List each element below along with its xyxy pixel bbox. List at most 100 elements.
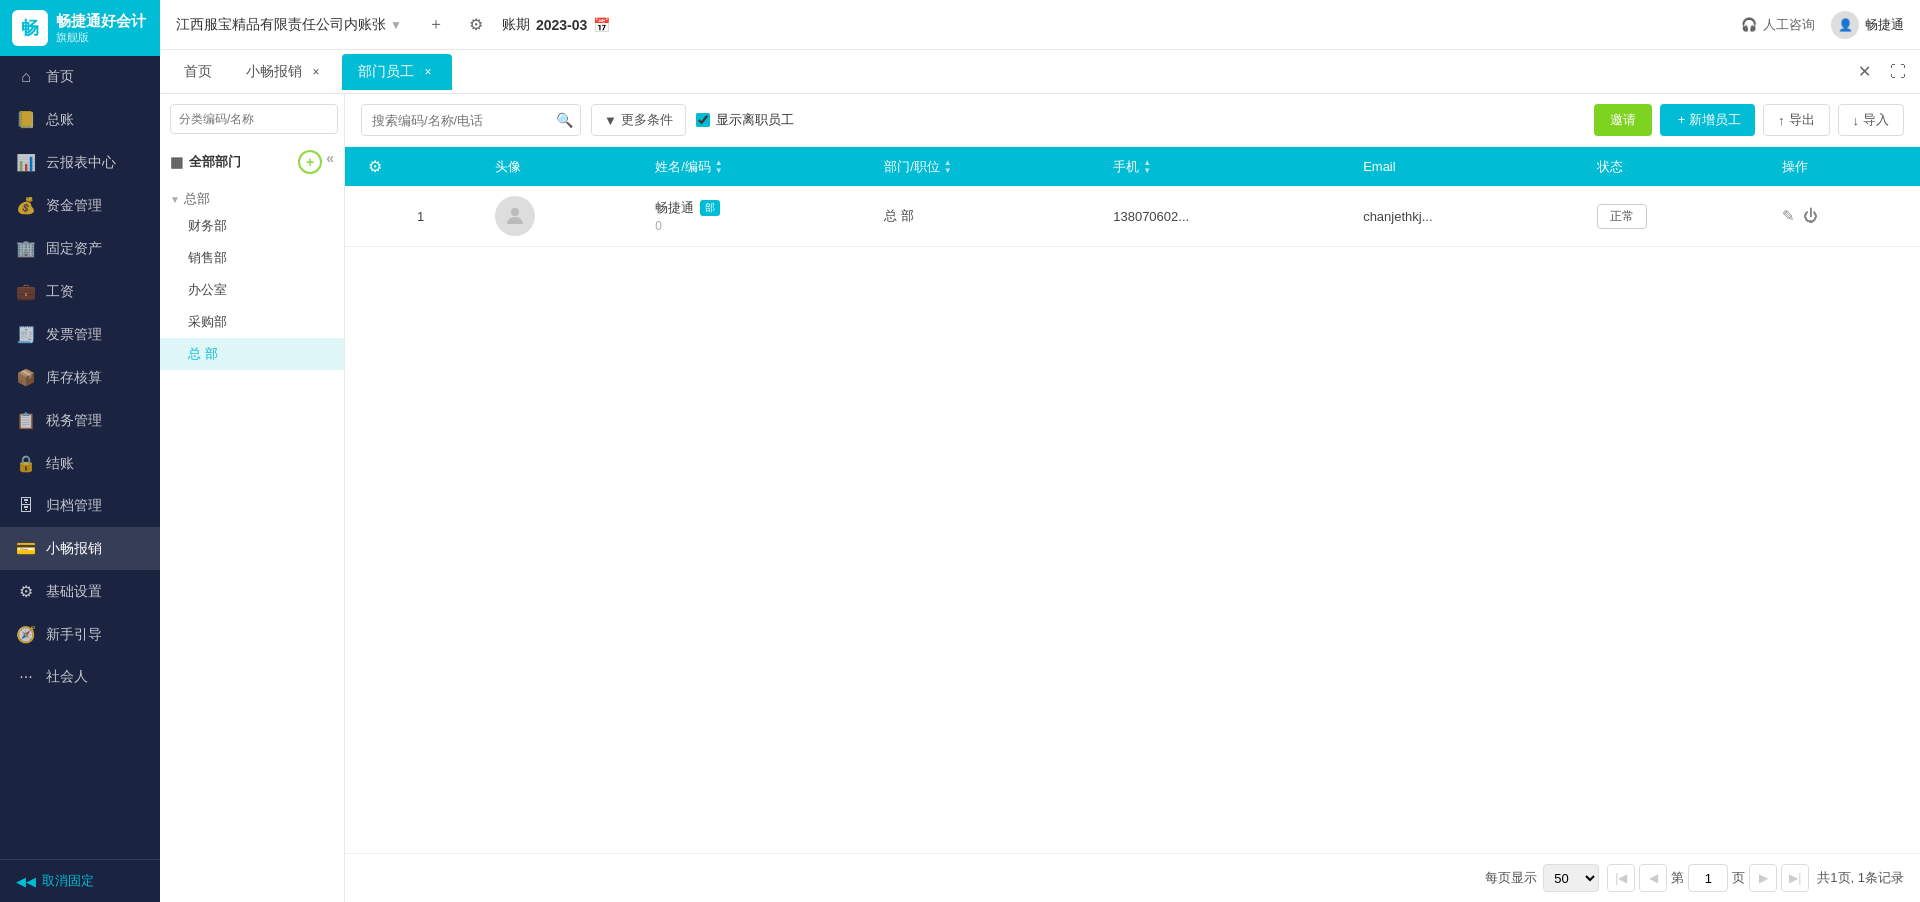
sidebar-logo[interactable]: 畅 畅捷通好会计 旗舰版 bbox=[0, 0, 160, 56]
tab-home-label: 首页 bbox=[184, 63, 212, 81]
export-label: 导出 bbox=[1789, 111, 1815, 129]
staff-code: 0 bbox=[655, 219, 860, 233]
export-btn[interactable]: ↑ 导出 bbox=[1763, 104, 1830, 136]
tab-expense-close[interactable]: × bbox=[308, 64, 324, 80]
import-btn[interactable]: ↓ 导入 bbox=[1838, 104, 1905, 136]
dept-group-name: 总部 bbox=[184, 190, 210, 208]
consult-btn[interactable]: 🎧 人工咨询 bbox=[1741, 16, 1815, 34]
col-mobile[interactable]: 手机 ▲▼ bbox=[1101, 147, 1351, 186]
user-menu[interactable]: 👤 畅捷通 bbox=[1831, 11, 1904, 39]
staff-search-input[interactable] bbox=[361, 104, 581, 136]
reports-icon: 📊 bbox=[16, 153, 36, 172]
sidebar-item-guide[interactable]: 🧭 新手引导 bbox=[0, 613, 160, 656]
dept-header-left: ▦ 全部部门 bbox=[170, 153, 241, 171]
staff-table-wrap: ⚙ 头像 姓名/编码 ▲▼ bbox=[345, 147, 1920, 853]
page-size-select[interactable]: 50 100 200 bbox=[1543, 864, 1599, 892]
row-settings-cell bbox=[345, 186, 405, 247]
sidebar-item-payroll-label: 工资 bbox=[46, 283, 74, 301]
sidebar-item-reports[interactable]: 📊 云报表中心 bbox=[0, 141, 160, 184]
ledger-icon: 📒 bbox=[16, 110, 36, 129]
first-page-btn[interactable]: |◀ bbox=[1607, 864, 1635, 892]
company-name: 江西服宝精品有限责任公司内账张 bbox=[176, 16, 386, 34]
show-resigned-text: 显示离职员工 bbox=[716, 111, 794, 129]
tab-dept-staff-close[interactable]: × bbox=[420, 64, 436, 80]
name-cell: 畅捷通 部 0 bbox=[655, 199, 860, 233]
col-dept-sort[interactable]: ▲▼ bbox=[944, 159, 952, 175]
sidebar-item-ledger[interactable]: 📒 总账 bbox=[0, 98, 160, 141]
dept-node-finance[interactable]: 财务部 bbox=[160, 210, 344, 242]
dept-node-general[interactable]: 总 部 bbox=[160, 338, 344, 370]
sidebar-item-archive[interactable]: 🗄 归档管理 bbox=[0, 485, 160, 527]
edit-icon[interactable]: ✎ bbox=[1782, 207, 1795, 225]
unpin-label: 取消固定 bbox=[42, 872, 94, 890]
tab-home[interactable]: 首页 bbox=[168, 54, 228, 90]
period-selector[interactable]: 账期 2023-03 📅 bbox=[502, 16, 610, 34]
staff-search-icon[interactable]: 🔍 bbox=[556, 112, 573, 128]
col-settings[interactable]: ⚙ bbox=[345, 147, 405, 186]
dept-header-actions: + « bbox=[298, 150, 334, 174]
topbar: 江西服宝精品有限责任公司内账张 ▼ ＋ ⚙ 账期 2023-03 📅 🎧 人工咨… bbox=[160, 0, 1920, 50]
sidebar-unpin[interactable]: ◀◀ 取消固定 bbox=[0, 859, 160, 902]
sidebar-item-inventory[interactable]: 📦 库存核算 bbox=[0, 356, 160, 399]
dept-node-procurement[interactable]: 采购部 bbox=[160, 306, 344, 338]
sidebar-item-closing[interactable]: 🔒 结账 bbox=[0, 442, 160, 485]
filter-btn[interactable]: ▼ 更多条件 bbox=[591, 104, 686, 136]
sidebar: 畅 畅捷通好会计 旗舰版 ⌂ 首页 📒 总账 📊 云报表中心 💰 资金管理 🏢 … bbox=[0, 0, 160, 902]
sidebar-item-expense[interactable]: 💳 小畅报销 bbox=[0, 527, 160, 570]
col-name-sort[interactable]: ▲▼ bbox=[715, 159, 723, 175]
dept-node-sales[interactable]: 销售部 bbox=[160, 242, 344, 274]
add-company-btn[interactable]: ＋ bbox=[422, 11, 450, 39]
dept-collapse-btn[interactable]: « bbox=[326, 150, 334, 174]
col-avatar: 头像 bbox=[483, 147, 643, 186]
table-footer: 每页显示 50 100 200 |◀ ◀ 第 页 ▶ ▶| 共1页, 1 bbox=[345, 853, 1920, 902]
logo-text-wrap: 畅捷通好会计 旗舰版 bbox=[56, 12, 146, 45]
show-resigned-checkbox[interactable] bbox=[696, 113, 710, 127]
col-name[interactable]: 姓名/编码 ▲▼ bbox=[643, 147, 872, 186]
sidebar-item-settings[interactable]: ⚙ 基础设置 bbox=[0, 570, 160, 613]
dept-node-office[interactable]: 办公室 bbox=[160, 274, 344, 306]
dept-group-label: ▼ 总部 bbox=[160, 186, 344, 210]
show-resigned-label[interactable]: 显示离职员工 bbox=[696, 111, 794, 129]
sidebar-item-tax-label: 税务管理 bbox=[46, 412, 102, 430]
logout-icon[interactable]: ⏻ bbox=[1803, 207, 1818, 225]
company-selector[interactable]: 江西服宝精品有限责任公司内账张 ▼ bbox=[176, 16, 402, 34]
settings-btn[interactable]: ⚙ bbox=[462, 11, 490, 39]
col-mobile-sort[interactable]: ▲▼ bbox=[1143, 159, 1151, 175]
unpin-icon: ◀◀ bbox=[16, 874, 36, 889]
prev-page-btn[interactable]: ◀ bbox=[1639, 864, 1667, 892]
funds-icon: 💰 bbox=[16, 196, 36, 215]
user-name: 畅捷通 bbox=[1865, 16, 1904, 34]
page-input[interactable] bbox=[1688, 864, 1728, 892]
import-label: 导入 bbox=[1863, 111, 1889, 129]
add-staff-btn[interactable]: + 新增员工 bbox=[1660, 104, 1755, 136]
right-panel: 🔍 ▼ 更多条件 显示离职员工 邀请 + 新增员工 bbox=[345, 94, 1920, 902]
col-dept-label: 部门/职位 bbox=[884, 158, 940, 176]
row-status: 正常 bbox=[1585, 186, 1770, 247]
page-size-label: 每页显示 bbox=[1485, 869, 1537, 887]
dept-node-sales-label: 销售部 bbox=[188, 250, 227, 265]
tab-expand[interactable]: ⛶ bbox=[1884, 58, 1912, 86]
tab-expense[interactable]: 小畅报销 × bbox=[230, 54, 340, 90]
sidebar-item-payroll[interactable]: 💼 工资 bbox=[0, 270, 160, 313]
sidebar-item-inventory-label: 库存核算 bbox=[46, 369, 102, 387]
sidebar-item-home[interactable]: ⌂ 首页 bbox=[0, 56, 160, 98]
tab-dept-staff[interactable]: 部门员工 × bbox=[342, 54, 452, 90]
dept-search-bar: 🔍 bbox=[160, 104, 344, 142]
all-depts-label[interactable]: 全部部门 bbox=[189, 153, 241, 171]
staff-table: ⚙ 头像 姓名/编码 ▲▼ bbox=[345, 147, 1920, 247]
toolbar-right: 邀请 + 新增员工 ↑ 导出 ↓ 导入 bbox=[1594, 104, 1904, 136]
sidebar-item-assets[interactable]: 🏢 固定资产 bbox=[0, 227, 160, 270]
invite-btn[interactable]: 邀请 bbox=[1594, 104, 1652, 136]
dept-add-btn[interactable]: + bbox=[298, 150, 322, 174]
sidebar-item-funds[interactable]: 💰 资金管理 bbox=[0, 184, 160, 227]
dept-search-input[interactable] bbox=[170, 104, 338, 134]
sidebar-item-tax[interactable]: 📋 税务管理 bbox=[0, 399, 160, 442]
sidebar-item-more[interactable]: ··· 社会人 bbox=[0, 656, 160, 698]
col-settings-icon[interactable]: ⚙ bbox=[368, 158, 382, 175]
last-page-btn[interactable]: ▶| bbox=[1781, 864, 1809, 892]
col-dept[interactable]: 部门/职位 ▲▼ bbox=[872, 147, 1101, 186]
page-size-wrap: 每页显示 50 100 200 bbox=[1485, 864, 1599, 892]
sidebar-item-invoice[interactable]: 🧾 发票管理 bbox=[0, 313, 160, 356]
tab-close-all[interactable]: ✕ bbox=[1850, 58, 1878, 86]
next-page-btn[interactable]: ▶ bbox=[1749, 864, 1777, 892]
